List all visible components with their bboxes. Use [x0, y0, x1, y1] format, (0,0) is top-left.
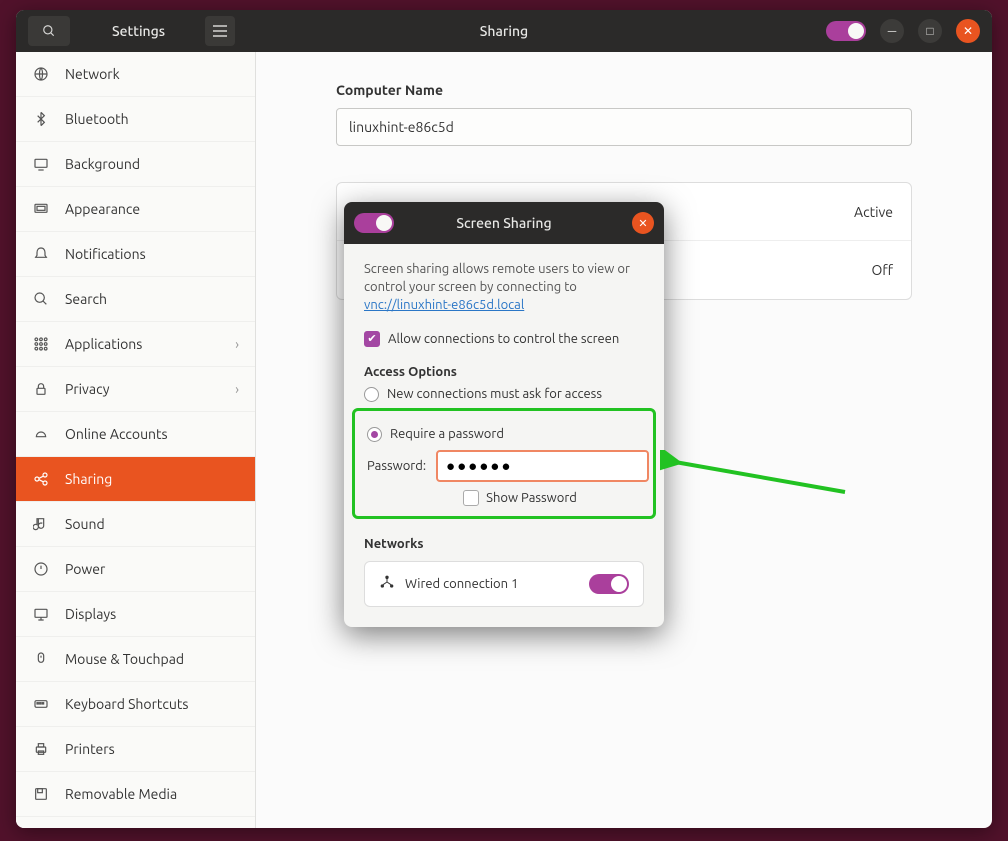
- close-button[interactable]: ✕: [956, 19, 980, 43]
- sidebar-label: Power: [65, 561, 105, 577]
- vnc-link[interactable]: vnc://linuxhint-e86c5d.local: [364, 298, 524, 312]
- sidebar-icon: [32, 291, 50, 307]
- hamburger-icon: [213, 25, 227, 37]
- sidebar-item-appearance[interactable]: Appearance: [16, 187, 255, 232]
- sidebar-item-notifications[interactable]: Notifications: [16, 232, 255, 277]
- row-status: Off: [871, 262, 893, 278]
- password-highlight: Require a password Password: Show Passwo…: [352, 408, 656, 519]
- sidebar-item-search[interactable]: Search: [16, 277, 255, 322]
- sidebar-icon: [32, 606, 50, 622]
- sidebar-item-displays[interactable]: Displays: [16, 592, 255, 637]
- screen-sharing-toggle[interactable]: [354, 213, 394, 233]
- dialog-header: Screen Sharing ✕: [344, 202, 664, 244]
- minimize-button[interactable]: ─: [880, 19, 904, 43]
- hamburger-button[interactable]: [205, 16, 235, 46]
- dialog-close-button[interactable]: ✕: [632, 212, 654, 234]
- page-title: Sharing: [480, 23, 528, 39]
- password-label: Password:: [367, 459, 426, 473]
- search-button[interactable]: [28, 16, 70, 46]
- sidebar-item-bluetooth[interactable]: Bluetooth: [16, 97, 255, 142]
- maximize-button[interactable]: □: [918, 19, 942, 43]
- sidebar-item-online-accounts[interactable]: Online Accounts: [16, 412, 255, 457]
- search-icon: [42, 24, 56, 38]
- sidebar-label: Notifications: [65, 246, 146, 262]
- sidebar-icon: [32, 426, 50, 442]
- row-status: Active: [854, 204, 893, 220]
- sidebar-label: Applications: [65, 336, 142, 352]
- network-row: Wired connection 1: [364, 561, 644, 607]
- sidebar-label: Bluetooth: [65, 111, 129, 127]
- show-password-label: Show Password: [486, 491, 577, 505]
- chevron-icon: ›: [235, 381, 239, 397]
- sidebar-label: Printers: [65, 741, 115, 757]
- allow-control-row[interactable]: ✔ Allow connections to control the scree…: [364, 331, 644, 347]
- dialog-title: Screen Sharing: [456, 215, 551, 231]
- networks-heading: Networks: [364, 537, 644, 551]
- sidebar: Network Bluetooth Background Appearance Noti…: [16, 52, 256, 828]
- password-input[interactable]: [436, 450, 649, 482]
- require-password-row[interactable]: Require a password: [367, 427, 641, 442]
- sidebar-icon: [32, 651, 50, 667]
- sidebar-icon: [32, 471, 50, 487]
- network-icon: [379, 574, 395, 593]
- sidebar-icon: [32, 111, 50, 127]
- sidebar-label: Search: [65, 291, 107, 307]
- sidebar-label: Sound: [65, 516, 105, 532]
- sidebar-icon: [32, 336, 50, 352]
- titlebar: Settings Sharing ─ □ ✕: [16, 10, 992, 52]
- app-title: Settings: [112, 23, 165, 39]
- sidebar-label: Sharing: [65, 471, 112, 487]
- sidebar-icon: [32, 156, 50, 172]
- ask-access-label: New connections must ask for access: [387, 387, 602, 401]
- sidebar-icon: [32, 201, 50, 217]
- require-password-label: Require a password: [390, 427, 504, 441]
- sidebar-item-background[interactable]: Background: [16, 142, 255, 187]
- access-options-heading: Access Options: [364, 365, 644, 379]
- computer-name-label: Computer Name: [336, 82, 912, 98]
- dialog-description: Screen sharing allows remote users to vi…: [364, 260, 644, 315]
- sidebar-icon: [32, 246, 50, 262]
- allow-control-label: Allow connections to control the screen: [388, 332, 619, 346]
- sharing-master-toggle[interactable]: [826, 21, 866, 41]
- sidebar-item-sharing[interactable]: Sharing: [16, 457, 255, 502]
- sidebar-label: Background: [65, 156, 140, 172]
- sidebar-item-privacy[interactable]: Privacy ›: [16, 367, 255, 412]
- screen-sharing-dialog: Screen Sharing ✕ Screen sharing allows r…: [344, 202, 664, 627]
- show-password-row[interactable]: Show Password: [367, 490, 641, 506]
- sidebar-icon: [32, 561, 50, 577]
- sidebar-label: Network: [65, 66, 120, 82]
- sidebar-label: Privacy: [65, 381, 109, 397]
- sidebar-label: Online Accounts: [65, 426, 168, 442]
- require-password-radio[interactable]: [367, 427, 382, 442]
- sidebar-label: Displays: [65, 606, 116, 622]
- sidebar-icon: [32, 786, 50, 802]
- network-name: Wired connection 1: [405, 577, 518, 591]
- sidebar-icon: [32, 741, 50, 757]
- sidebar-item-network[interactable]: Network: [16, 52, 255, 97]
- sidebar-icon: [32, 381, 50, 397]
- ask-access-row[interactable]: New connections must ask for access: [364, 387, 644, 402]
- show-password-checkbox[interactable]: [463, 490, 479, 506]
- allow-control-checkbox[interactable]: ✔: [364, 331, 380, 347]
- chevron-icon: ›: [235, 336, 239, 352]
- sidebar-label: Removable Media: [65, 786, 177, 802]
- sidebar-label: Keyboard Shortcuts: [65, 696, 188, 712]
- computer-name-input[interactable]: [336, 108, 912, 146]
- sidebar-label: Appearance: [65, 201, 140, 217]
- sidebar-label: Mouse & Touchpad: [65, 651, 184, 667]
- sidebar-item-applications[interactable]: Applications ›: [16, 322, 255, 367]
- sidebar-item-power[interactable]: Power: [16, 547, 255, 592]
- sidebar-item-keyboard-shortcuts[interactable]: Keyboard Shortcuts: [16, 682, 255, 727]
- ask-access-radio[interactable]: [364, 387, 379, 402]
- sidebar-item-mouse-touchpad[interactable]: Mouse & Touchpad: [16, 637, 255, 682]
- sidebar-item-sound[interactable]: Sound: [16, 502, 255, 547]
- sidebar-icon: [32, 696, 50, 712]
- network-toggle[interactable]: [589, 574, 629, 594]
- sidebar-item-removable-media[interactable]: Removable Media: [16, 772, 255, 817]
- sidebar-icon: [32, 66, 50, 82]
- sidebar-icon: [32, 516, 50, 532]
- sidebar-item-printers[interactable]: Printers: [16, 727, 255, 772]
